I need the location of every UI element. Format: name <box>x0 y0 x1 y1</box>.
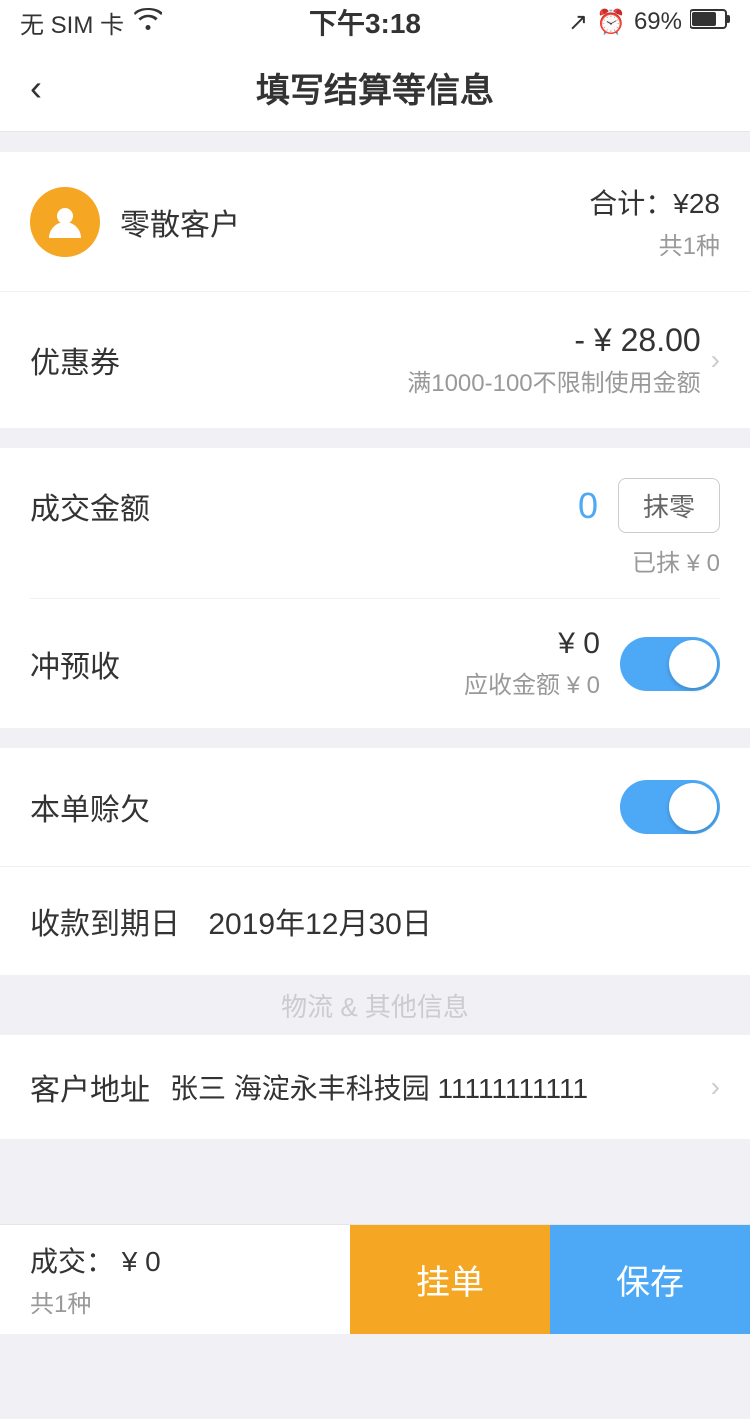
section-divider-1 <box>0 132 750 152</box>
bottom-deal-value: ¥ 0 <box>122 1246 161 1277</box>
credit-row: 本单赊欠 <box>30 748 720 866</box>
advance-amount: ¥ 0 应收金额 ¥ 0 <box>464 627 600 700</box>
coupon-row[interactable]: 优惠券 - ¥ 28.00 满1000-100不限制使用金额 › <box>0 292 750 428</box>
location-icon: ↗ <box>568 8 588 37</box>
address-row[interactable]: 客户地址 张三 海淀永丰科技园 11111111111 › <box>0 1035 750 1139</box>
advance-label: 冲预收 <box>30 642 120 686</box>
credit-toggle[interactable] <box>620 780 720 834</box>
status-right: ↗ ⏰ 69% <box>568 8 730 37</box>
advance-right: ¥ 0 应收金额 ¥ 0 <box>464 627 720 700</box>
bottom-deal-label: 成交： <box>30 1246 114 1277</box>
address-label: 客户地址 <box>30 1065 150 1109</box>
advance-value: ¥ 0 <box>464 627 600 661</box>
nav-bar: ‹ 填写结算等信息 <box>0 44 750 132</box>
logistics-label: 物流 & 其他信息 <box>281 987 469 1024</box>
address-chevron-icon: › <box>711 1071 720 1103</box>
due-date-value: 2019年12月30日 <box>208 908 431 941</box>
credit-label: 本单赊欠 <box>30 785 150 829</box>
coupon-discount: - ¥ 28.00 <box>407 322 700 359</box>
due-date-label: 收款到期日 <box>30 908 180 941</box>
customer-section: 零散客户 合计：¥28 共1种 优惠券 - ¥ 28.00 满1000-100不… <box>0 152 750 428</box>
credit-section: 本单赊欠 <box>0 748 750 866</box>
coupon-chevron-icon: › <box>711 344 720 376</box>
customer-avatar <box>30 187 100 257</box>
total-count: 共1种 <box>589 226 720 261</box>
round-button[interactable]: 抹零 <box>618 478 720 533</box>
advance-toggle[interactable] <box>620 637 720 691</box>
wifi-icon <box>134 8 162 37</box>
address-value: 张三 海淀永丰科技园 11111111111 <box>170 1067 711 1107</box>
battery-text: 69% <box>634 8 682 36</box>
toggle-knob <box>669 640 717 688</box>
due-date-row[interactable]: 收款到期日 2019年12月30日 <box>0 866 750 975</box>
customer-right: 合计：¥28 共1种 <box>589 182 720 261</box>
bottom-count: 共1种 <box>30 1284 320 1319</box>
status-bar: 无 SIM 卡 下午3:18 ↗ ⏰ 69% <box>0 0 750 44</box>
deal-amount-label: 成交金额 <box>30 484 150 528</box>
advance-sub: 应收金额 ¥ 0 <box>464 665 600 700</box>
coupon-info: - ¥ 28.00 满1000-100不限制使用金额 <box>407 322 700 398</box>
coupon-label: 优惠券 <box>30 338 120 382</box>
credit-toggle-knob <box>669 783 717 831</box>
coupon-description: 满1000-100不限制使用金额 <box>407 363 700 398</box>
deal-amount-row: 成交金额 0 抹零 <box>30 448 720 543</box>
battery-icon <box>690 8 730 37</box>
bottom-deal: 成交： ¥ 0 <box>30 1240 320 1280</box>
hold-button[interactable]: 挂单 <box>350 1225 550 1334</box>
section-divider-3 <box>0 728 750 748</box>
bottom-summary: 成交： ¥ 0 共1种 <box>0 1240 350 1319</box>
status-left: 无 SIM 卡 <box>20 5 162 40</box>
alarm-icon: ⏰ <box>596 8 626 37</box>
advance-row: 冲预收 ¥ 0 应收金额 ¥ 0 <box>30 599 720 728</box>
back-button[interactable]: ‹ <box>30 67 42 109</box>
transaction-section: 成交金额 0 抹零 已抹 ¥ 0 冲预收 ¥ 0 应收金额 ¥ 0 <box>0 448 750 728</box>
deal-amount-right: 0 抹零 <box>578 478 720 533</box>
page-title: 填写结算等信息 <box>256 63 494 112</box>
coupon-right: - ¥ 28.00 满1000-100不限制使用金额 › <box>407 322 720 398</box>
bottom-bar: 成交： ¥ 0 共1种 挂单 保存 <box>0 1224 750 1334</box>
logistics-divider: 物流 & 其他信息 <box>0 975 750 1035</box>
bottom-actions: 挂单 保存 <box>350 1225 750 1334</box>
status-time: 下午3:18 <box>309 2 421 42</box>
carrier-text: 无 SIM 卡 <box>20 5 124 40</box>
customer-name: 零散客户 <box>120 200 240 244</box>
save-button[interactable]: 保存 <box>550 1225 750 1334</box>
section-divider-2 <box>0 428 750 448</box>
deal-amount-value[interactable]: 0 <box>578 485 598 527</box>
customer-row: 零散客户 合计：¥28 共1种 <box>0 152 750 292</box>
deal-amount-sub: 已抹 ¥ 0 <box>30 543 720 598</box>
customer-left: 零散客户 <box>30 187 240 257</box>
total-amount: 合计：¥28 <box>589 182 720 222</box>
